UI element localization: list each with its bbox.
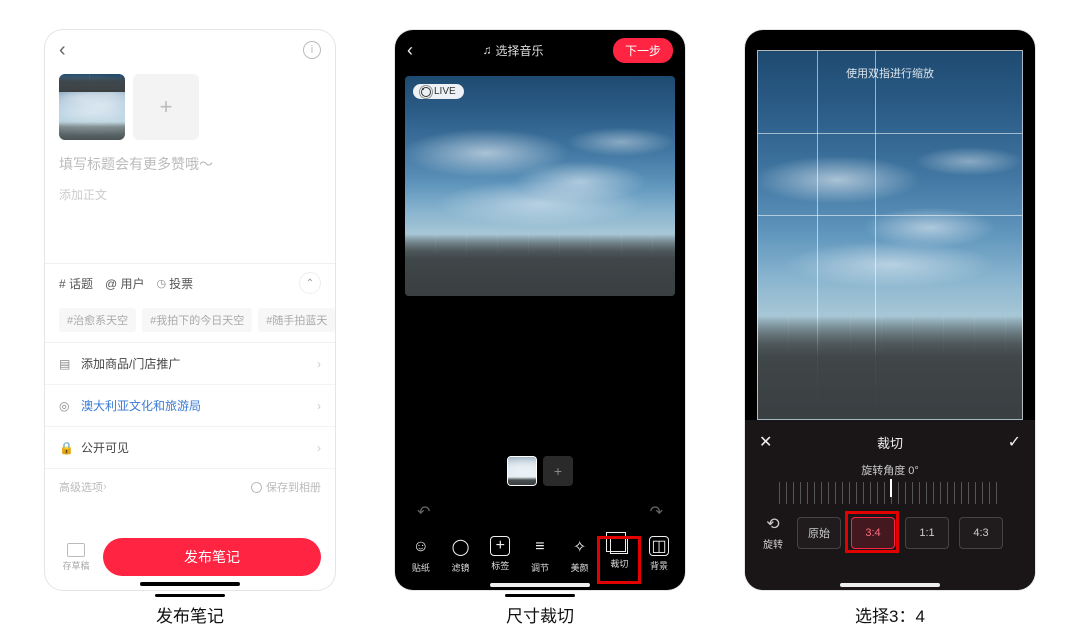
rotate-button[interactable]: ⟲旋转 xyxy=(759,514,787,551)
suggestion[interactable]: #治愈系天空 xyxy=(59,308,136,332)
crop-cancel-button[interactable]: ✕ xyxy=(759,432,772,452)
ratio-original[interactable]: 原始 xyxy=(797,517,841,549)
highlight-ratio-3-4 xyxy=(845,511,899,553)
topic-chip[interactable]: # 话题 xyxy=(59,275,93,292)
screen-publish-note: ‹ i + 填写标题会有更多赞哦～ 添加正文 # 话题 @ 用户 ◷投票 ⌃ #… xyxy=(45,30,335,590)
tool-beauty[interactable]: ✧美颜 xyxy=(562,536,598,574)
vote-chip[interactable]: ◷投票 xyxy=(157,275,194,292)
music-icon: ♫ xyxy=(482,43,491,57)
tool-bg[interactable]: ◫背景 xyxy=(641,536,677,574)
draft-button[interactable]: 存草稿 xyxy=(59,543,93,572)
location-icon: ◎ xyxy=(59,399,75,413)
goods-icon: ▤ xyxy=(59,357,75,371)
caption-s2: 尺寸裁切 xyxy=(506,602,574,627)
sticker-icon: ☺ xyxy=(410,536,432,558)
thumb-add-button[interactable]: + xyxy=(543,456,573,486)
crop-confirm-button[interactable]: ✓ xyxy=(1008,432,1021,452)
add-image-button[interactable]: + xyxy=(133,74,199,140)
collapse-button[interactable]: ⌃ xyxy=(299,272,321,294)
nav-bar: ‹ i xyxy=(45,30,335,70)
row-visibility[interactable]: 🔒 公开可见 › xyxy=(45,427,335,469)
body-input[interactable]: 添加正文 xyxy=(45,178,335,263)
publish-button[interactable]: 发布笔记 xyxy=(103,538,321,576)
row-location[interactable]: ◎ 澳大利亚文化和旅游局 › xyxy=(45,385,335,427)
info-icon[interactable]: i xyxy=(303,41,321,59)
caption-s1: 发布笔记 xyxy=(156,602,224,627)
live-icon xyxy=(421,87,431,97)
lock-icon: 🔒 xyxy=(59,441,75,455)
row-advanced: 高级选项› 保存到相册 xyxy=(45,469,335,505)
crop-controls: ✕ 裁切 ✓ 旋转角度 0° ⟲旋转 原始 3:4 1:1 4:3 xyxy=(745,420,1035,590)
screen-crop: 使用双指进行缩放 ✕ 裁切 ✓ 旋转角度 0° ⟲旋转 原始 3:4 xyxy=(745,30,1035,590)
editor-nav: ‹ ♫ 选择音乐 下一步 xyxy=(395,30,685,70)
bg-icon: ◫ xyxy=(649,536,669,556)
back-button[interactable]: ‹ xyxy=(59,39,66,62)
topic-suggestions: #治愈系天空 #我拍下的今日天空 #随手拍蓝天 #蓝天 xyxy=(45,302,335,343)
crop-title: 裁切 xyxy=(877,433,903,452)
rotate-icon: ⟲ xyxy=(766,514,779,534)
tool-tag[interactable]: +标签 xyxy=(482,536,518,574)
live-badge: LIVE xyxy=(413,84,464,99)
undo-redo-row: ↶ ↷ xyxy=(395,496,685,528)
advanced-label[interactable]: 高级选项 xyxy=(59,479,103,495)
highlight-crop-tool xyxy=(597,536,641,584)
image-thumbnails: + xyxy=(45,70,335,150)
next-button[interactable]: 下一步 xyxy=(613,38,673,63)
home-indicator xyxy=(490,583,590,587)
beauty-icon: ✧ xyxy=(569,536,591,558)
user-chip[interactable]: @ 用户 xyxy=(105,275,145,292)
row-add-goods[interactable]: ▤ 添加商品/门店推广 › xyxy=(45,343,335,385)
bottom-bar: 存草稿 发布笔记 xyxy=(45,528,335,590)
editor-thumbnails: + xyxy=(395,446,685,496)
screen-editor: ‹ ♫ 选择音乐 下一步 LIVE + ↶ ↷ xyxy=(395,30,685,590)
thumbnail-1[interactable] xyxy=(59,74,125,140)
home-indicator xyxy=(840,583,940,587)
thumb-selected[interactable] xyxy=(507,456,537,486)
ratio-4-3[interactable]: 4:3 xyxy=(959,517,1003,549)
suggestion[interactable]: #随手拍蓝天 xyxy=(258,308,335,332)
tool-adjust[interactable]: ≡调节 xyxy=(522,536,558,574)
ratio-1-1[interactable]: 1:1 xyxy=(905,517,949,549)
crop-grid-overlay xyxy=(758,51,1022,419)
tool-filter[interactable]: ◯滤镜 xyxy=(443,536,479,574)
chevron-right-icon: › xyxy=(317,399,321,413)
tag-icon: + xyxy=(490,536,510,556)
chevron-right-icon: › xyxy=(317,357,321,371)
suggestion[interactable]: #我拍下的今日天空 xyxy=(142,308,252,332)
crop-canvas[interactable]: 使用双指进行缩放 xyxy=(757,50,1023,420)
filter-icon: ◯ xyxy=(450,536,472,558)
adjust-icon: ≡ xyxy=(529,536,551,558)
draft-icon xyxy=(67,543,85,557)
redo-button[interactable]: ↷ xyxy=(650,502,663,522)
ratio-row: ⟲旋转 原始 3:4 1:1 4:3 xyxy=(759,514,1021,551)
crop-hint: 使用双指进行缩放 xyxy=(758,65,1022,81)
home-indicator xyxy=(140,582,240,586)
tag-toolbar: # 话题 @ 用户 ◷投票 ⌃ xyxy=(45,263,335,302)
select-music-button[interactable]: ♫ 选择音乐 xyxy=(413,42,613,59)
chevron-right-icon: › xyxy=(317,441,321,455)
editor-preview[interactable]: LIVE xyxy=(405,76,675,296)
rotate-readout: 旋转角度 0° xyxy=(759,462,1021,478)
editor-toolbar: ☺贴纸 ◯滤镜 +标签 ≡调节 ✧美颜 裁切 ◫背景 xyxy=(395,528,685,590)
caption-s3: 选择3：4 xyxy=(855,602,925,627)
title-input[interactable]: 填写标题会有更多赞哦～ xyxy=(45,150,335,178)
tool-sticker[interactable]: ☺贴纸 xyxy=(403,536,439,574)
undo-button[interactable]: ↶ xyxy=(417,502,430,522)
save-to-album-toggle[interactable]: 保存到相册 xyxy=(251,479,321,495)
rotate-slider[interactable] xyxy=(779,482,1001,504)
